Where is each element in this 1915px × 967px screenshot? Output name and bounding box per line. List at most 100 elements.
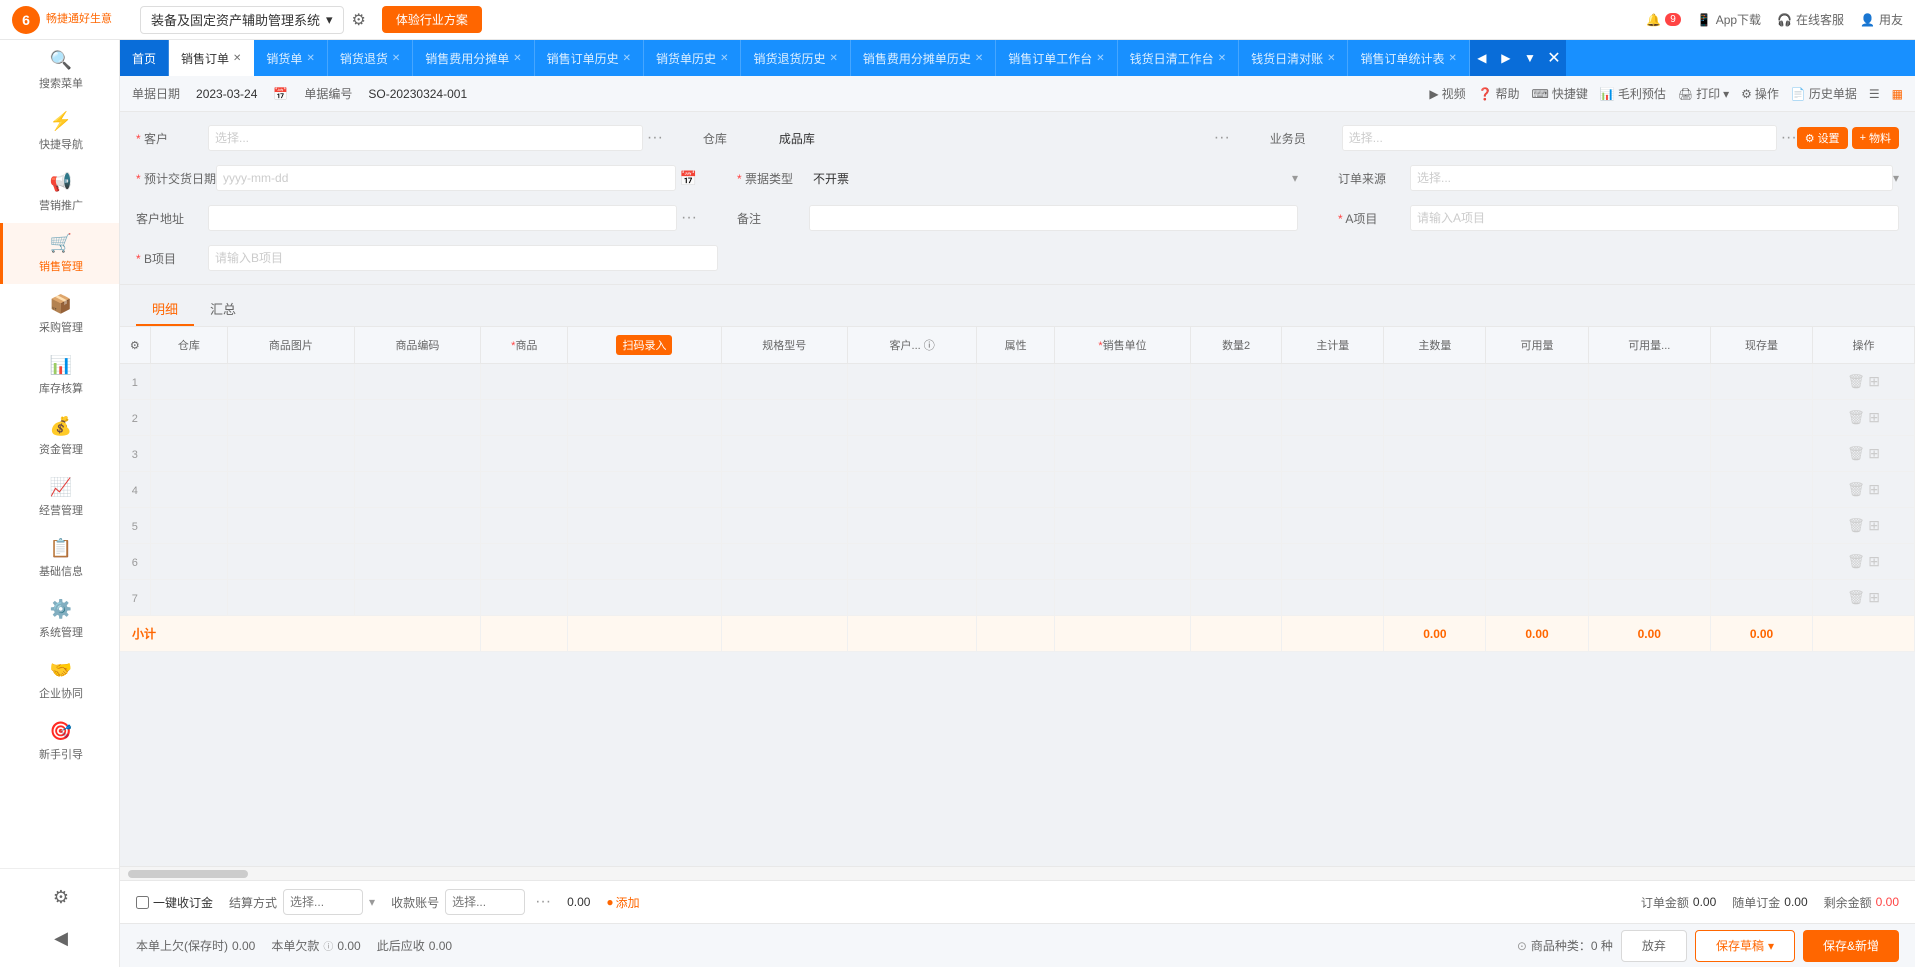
tab-order-workbench-close[interactable]: ✕ bbox=[1096, 53, 1104, 64]
add-material-button[interactable]: + 物料 bbox=[1852, 127, 1899, 149]
one-click-checkbox[interactable] bbox=[136, 896, 149, 909]
help-btn[interactable]: ❓ 帮助 bbox=[1478, 85, 1520, 102]
invoice-type-chevron-icon[interactable]: ▾ bbox=[1292, 171, 1298, 185]
user-item[interactable]: 👤 用友 bbox=[1860, 11, 1903, 28]
tab-summary[interactable]: 汇总 bbox=[194, 293, 252, 326]
tab-stats[interactable]: 销售订单统计表 ✕ bbox=[1348, 40, 1469, 76]
tab-expense-history-close[interactable]: ✕ bbox=[975, 53, 983, 64]
system-title[interactable]: 装备及固定资产辅助管理系统 ▾ bbox=[140, 6, 344, 34]
delivery-date-input[interactable] bbox=[216, 165, 676, 191]
copy-btn-7[interactable]: ⊞ bbox=[1868, 589, 1880, 605]
delete-btn-5[interactable]: 🗑 bbox=[1847, 517, 1865, 533]
sidebar-item-quicknav[interactable]: ⚡ 快捷导航 bbox=[0, 101, 119, 162]
tab-daily-clear-close[interactable]: ✕ bbox=[1218, 53, 1226, 64]
order-source-input[interactable] bbox=[1410, 165, 1893, 191]
settlement-chevron-icon[interactable]: ▾ bbox=[369, 895, 375, 909]
delete-btn-4[interactable]: 🗑 bbox=[1847, 481, 1865, 497]
profit-btn[interactable]: 📊 毛利预估 bbox=[1600, 85, 1666, 102]
sidebar-item-purchase[interactable]: 📦 采购管理 bbox=[0, 284, 119, 345]
grid-view-btn[interactable]: ▦ bbox=[1892, 87, 1903, 101]
delete-btn-6[interactable]: 🗑 bbox=[1847, 553, 1865, 569]
salesperson-input[interactable] bbox=[1342, 125, 1777, 151]
delete-btn-2[interactable]: 🗑 bbox=[1847, 409, 1865, 425]
scroll-bar-area[interactable] bbox=[120, 866, 1915, 880]
sidebar-item-gear[interactable]: ⚙ bbox=[0, 877, 119, 918]
tab-expense-split-close[interactable]: ✕ bbox=[513, 53, 521, 64]
save-draft-button[interactable]: 保存草稿 ▾ bbox=[1695, 930, 1795, 962]
discard-button[interactable]: 放弃 bbox=[1621, 930, 1687, 962]
view-btn[interactable]: ▶ 视频 bbox=[1429, 85, 1465, 102]
tab-sales-invoice[interactable]: 销货单 ✕ bbox=[254, 40, 327, 76]
delete-btn-3[interactable]: 🗑 bbox=[1847, 445, 1865, 461]
a-project-input[interactable] bbox=[1410, 205, 1899, 231]
tab-return-history-close[interactable]: ✕ bbox=[829, 53, 837, 64]
app-download-item[interactable]: 📱 App下载 bbox=[1697, 11, 1761, 28]
tab-daily-clear[interactable]: 钱货日清工作台 ✕ bbox=[1118, 40, 1239, 76]
print-btn[interactable]: 🖨 打印 ▾ bbox=[1678, 85, 1729, 102]
shortcut-btn[interactable]: ⌨ 快捷键 bbox=[1532, 85, 1588, 102]
th-settings[interactable]: ⚙ bbox=[120, 327, 150, 364]
one-click-checkbox-area[interactable]: 一键收订金 bbox=[136, 894, 213, 911]
history-btn[interactable]: 📄 历史单据 bbox=[1791, 85, 1857, 102]
save-new-button[interactable]: 保存&新增 bbox=[1803, 930, 1899, 962]
sidebar-item-finance[interactable]: 💰 资金管理 bbox=[0, 406, 119, 467]
settings-button[interactable]: ⚙ 设置 bbox=[1797, 127, 1848, 149]
salesperson-more-icon[interactable]: ··· bbox=[1781, 129, 1797, 147]
remark-input[interactable] bbox=[809, 205, 1298, 231]
tab-prev-btn[interactable]: ◀ bbox=[1470, 40, 1494, 76]
delete-btn-7[interactable]: 🗑 bbox=[1847, 589, 1865, 605]
solution-button[interactable]: 体验行业方案 bbox=[382, 6, 482, 33]
sidebar-item-search[interactable]: 🔍 搜索菜单 bbox=[0, 40, 119, 101]
delete-btn-1[interactable]: 🗑 bbox=[1847, 373, 1865, 389]
sidebar-item-enterprise[interactable]: 🤝 企业协同 bbox=[0, 650, 119, 711]
delivery-calendar-icon[interactable]: 📅 bbox=[680, 170, 697, 187]
scroll-thumb[interactable] bbox=[128, 870, 248, 878]
tab-home[interactable]: 首页 bbox=[120, 40, 169, 76]
sidebar-item-sales[interactable]: 🛒 销售管理 bbox=[0, 223, 119, 284]
online-service-item[interactable]: 🎧 在线客服 bbox=[1777, 11, 1844, 28]
customer-more-icon[interactable]: ··· bbox=[647, 129, 663, 147]
tab-sales-invoice-close[interactable]: ✕ bbox=[306, 53, 314, 64]
copy-btn-2[interactable]: ⊞ bbox=[1868, 409, 1880, 425]
scan-btn[interactable]: 扫码录入 bbox=[616, 335, 672, 355]
tab-invoice-history[interactable]: 销货单历史 ✕ bbox=[644, 40, 741, 76]
tab-sales-order-close[interactable]: ✕ bbox=[233, 53, 241, 64]
tab-reconcile[interactable]: 钱货日清对账 ✕ bbox=[1239, 40, 1348, 76]
warehouse-more-icon[interactable]: ··· bbox=[1214, 129, 1230, 147]
settlement-input[interactable] bbox=[283, 889, 363, 915]
copy-btn-1[interactable]: ⊞ bbox=[1868, 373, 1880, 389]
tab-close-all-btn[interactable]: ✕ bbox=[1542, 40, 1566, 76]
tab-order-workbench[interactable]: 销售订单工作台 ✕ bbox=[996, 40, 1117, 76]
sidebar-item-ops[interactable]: 📈 经营管理 bbox=[0, 467, 119, 528]
tab-order-history[interactable]: 销售订单历史 ✕ bbox=[535, 40, 644, 76]
tab-expense-history[interactable]: 销售费用分摊单历史 ✕ bbox=[851, 40, 996, 76]
copy-btn-6[interactable]: ⊞ bbox=[1868, 553, 1880, 569]
tab-invoice-history-close[interactable]: ✕ bbox=[720, 53, 728, 64]
list-view-btn[interactable]: ☰ bbox=[1869, 87, 1880, 101]
sidebar-item-system[interactable]: ⚙️ 系统管理 bbox=[0, 589, 119, 650]
tab-sales-order[interactable]: 销售订单 ✕ bbox=[169, 40, 254, 76]
tab-detail[interactable]: 明细 bbox=[136, 293, 194, 326]
add-button[interactable]: ● 添加 bbox=[606, 894, 639, 911]
b-project-input[interactable] bbox=[208, 245, 718, 271]
receipt-account-input[interactable] bbox=[445, 889, 525, 915]
address-input[interactable] bbox=[208, 205, 677, 231]
sidebar-item-basic[interactable]: 📋 基础信息 bbox=[0, 528, 119, 589]
tab-expense-split[interactable]: 销售费用分摊单 ✕ bbox=[413, 40, 534, 76]
tab-stats-close[interactable]: ✕ bbox=[1449, 53, 1457, 64]
calendar-icon[interactable]: 📅 bbox=[273, 87, 288, 101]
tab-reconcile-close[interactable]: ✕ bbox=[1327, 53, 1335, 64]
notification-item[interactable]: 🔔 9 bbox=[1646, 13, 1681, 27]
tab-order-history-close[interactable]: ✕ bbox=[623, 53, 631, 64]
sidebar-item-collapse[interactable]: ◀ bbox=[0, 918, 119, 959]
sidebar-item-inventory[interactable]: 📊 库存核算 bbox=[0, 345, 119, 406]
order-source-chevron-icon[interactable]: ▾ bbox=[1893, 171, 1899, 185]
tab-sales-return-close[interactable]: ✕ bbox=[392, 53, 400, 64]
gear-icon[interactable]: ⚙ bbox=[352, 10, 366, 30]
copy-btn-5[interactable]: ⊞ bbox=[1868, 517, 1880, 533]
customer-input[interactable] bbox=[208, 125, 643, 151]
tab-menu-btn[interactable]: ▼ bbox=[1518, 40, 1542, 76]
sidebar-item-guide[interactable]: 🎯 新手引导 bbox=[0, 711, 119, 772]
ops-btn[interactable]: ⚙ 操作 bbox=[1741, 85, 1779, 102]
address-more-icon[interactable]: ··· bbox=[681, 209, 697, 227]
